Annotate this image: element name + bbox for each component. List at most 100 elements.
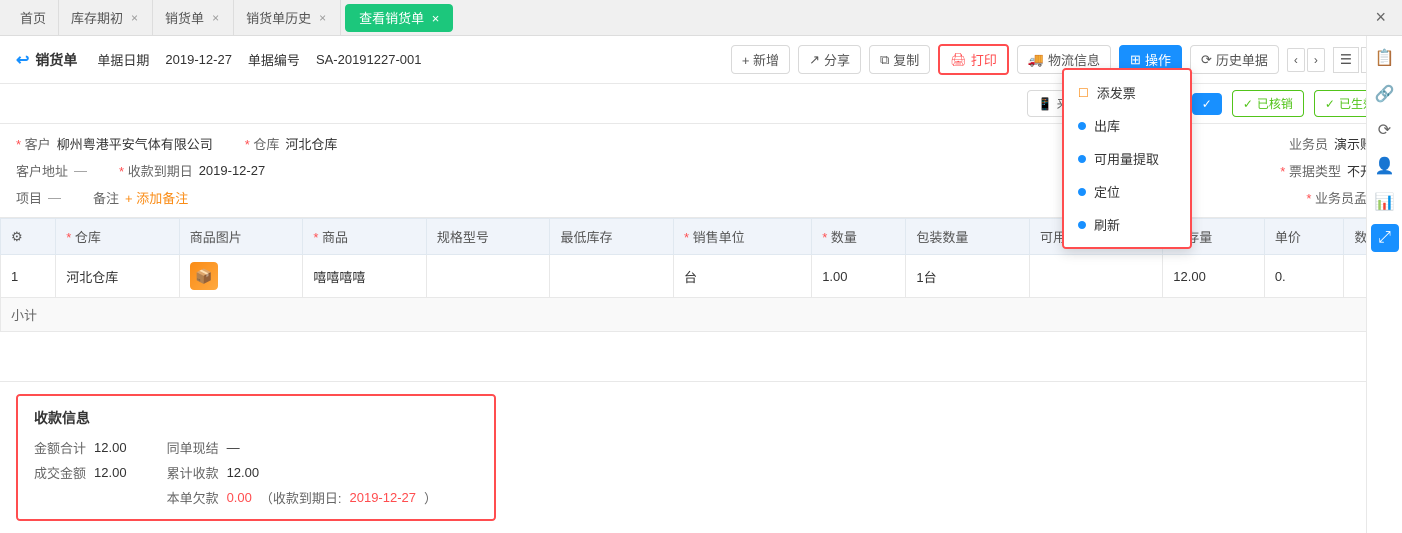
view-list-button[interactable]: ☰ (1333, 47, 1359, 73)
copy-icon: ⧉ (880, 52, 889, 68)
sidebar-expand-icon[interactable]: ⤢ (1371, 224, 1399, 252)
doc-date-value: 2019-12-27 (165, 52, 232, 67)
same-order-value: — (227, 440, 240, 455)
blue-dot-icon (1078, 122, 1086, 130)
grid-icon: ⊞ (1130, 52, 1141, 68)
project-value: — (48, 190, 61, 205)
tab-sales-label: 销货单 (165, 8, 204, 27)
address-field: 客户地址 — (16, 161, 87, 180)
nav-prev[interactable]: ‹ (1287, 48, 1305, 72)
col-settings[interactable]: ⚙ (1, 219, 56, 255)
cell-min-stock (550, 255, 674, 298)
tab-inventory[interactable]: 库存期初 × (59, 0, 153, 36)
dropdown-locate[interactable]: 定位 (1064, 175, 1190, 208)
dropdown-refresh[interactable]: 刷新 (1064, 208, 1190, 241)
dropdown-available-qty[interactable]: 可用量提取 (1064, 142, 1190, 175)
arrears-extra: （收款到期日: (260, 488, 342, 507)
payment-date-label: 收款到期日 (119, 161, 193, 180)
payment-info-box: 收款信息 金额合计 12.00 成交金额 12.00 (16, 394, 496, 521)
col-image: 商品图片 (179, 219, 303, 255)
cancelled-button[interactable]: ✓ 已核销 (1232, 90, 1304, 117)
share-button-label: 分享 (824, 50, 850, 69)
project-field: 项目 — (16, 188, 61, 207)
doc-meta: 单据日期 2019-12-27 单据编号 SA-20191227-001 (97, 50, 421, 69)
sidebar-clipboard-icon[interactable]: 📋 (1371, 44, 1399, 72)
tab-sales-close[interactable]: × (210, 9, 221, 27)
add-remark-button[interactable]: + 添加备注 (125, 188, 188, 207)
operations-dropdown: ☐ 添发票 出库 可用量提取 定位 刷新 (1062, 68, 1192, 249)
table-row: 1 河北仓库 📦 嘻嘻嘻嘻 台 1.00 1台 12.00 0. (1, 255, 1402, 298)
copy-button[interactable]: ⧉ 复制 (869, 45, 930, 74)
warehouse-label: 仓库 (245, 134, 280, 153)
blue-dot-icon3 (1078, 188, 1086, 196)
col-quantity: 数量 (812, 219, 906, 255)
warehouse-value: 河北仓库 (285, 134, 337, 153)
copy-button-label: 复制 (893, 50, 919, 69)
new-button-label: + 新增 (742, 50, 779, 69)
payment-info-rows: 金额合计 12.00 成交金额 12.00 同单现结 — (34, 438, 478, 507)
tab-view-sales-close[interactable]: × (432, 11, 440, 26)
print-button[interactable]: 🖨 打印 (938, 44, 1009, 75)
available-qty-label: 可用量提取 (1094, 149, 1159, 168)
customer-field: 客户 柳州粤港平安气体有限公司 (16, 134, 213, 153)
payment-info-right: 同单现结 — 累计收款 12.00 本单欠款 0.00 （收款到期日: 2019… (167, 438, 437, 507)
outbound-label: 出库 (1094, 116, 1120, 135)
arrears-bracket: ） (424, 488, 437, 507)
payment-info-section: 收款信息 金额合计 12.00 成交金额 12.00 (0, 382, 1402, 533)
col-price: 单价 (1264, 219, 1344, 255)
nav-arrows: ‹ › (1287, 48, 1325, 72)
checkbox-icon: ☐ (1078, 86, 1089, 100)
history-icon: ⟳ (1201, 52, 1212, 68)
history-button-label: 历史单据 (1216, 50, 1268, 69)
sidebar-refresh-icon[interactable]: ⟳ (1371, 116, 1399, 144)
tab-sales-history-close[interactable]: × (317, 9, 328, 27)
phone-icon: 📱 (1038, 97, 1053, 111)
sidebar-link-icon[interactable]: 🔗 (1371, 80, 1399, 108)
logistics-icon: 🚚 (1028, 52, 1044, 68)
deal-amount-field: 成交金额 12.00 (34, 463, 127, 482)
tab-bar: 首页 库存期初 × 销货单 × 销货单历史 × 查看销货单 × × (0, 0, 1402, 36)
col-min-stock: 最低库存 (550, 219, 674, 255)
address-label: 客户地址 (16, 161, 68, 180)
cell-warehouse: 河北仓库 (56, 255, 180, 298)
confirm-icon: ✓ (1202, 97, 1212, 111)
doc-actions: + 新增 ↗ 分享 ⧉ 复制 🖨 打印 🚚 物流信息 (731, 44, 1386, 75)
col-warehouse: 仓库 (56, 219, 180, 255)
payment-date-value: 2019-12-27 (199, 163, 266, 178)
arrears-value: 0.00 (227, 490, 252, 505)
blue-dot-icon4 (1078, 221, 1086, 229)
tab-home[interactable]: 首页 (8, 0, 59, 36)
doc-number-label: 单据编号 (248, 50, 300, 69)
tab-sales[interactable]: 销货单 × (153, 0, 234, 36)
cell-unit: 台 (673, 255, 811, 298)
tab-inventory-close[interactable]: × (129, 9, 140, 27)
confirm-button[interactable]: ✓ (1192, 93, 1222, 115)
cumulative-payment-label: 累计收款 (167, 463, 219, 482)
sidebar-user-icon[interactable]: 👤 (1371, 152, 1399, 180)
cell-package: 1台 (906, 255, 1030, 298)
right-sidebar: 📋 🔗 ⟳ 👤 📊 ⤢ (1366, 36, 1402, 533)
total-amount-label: 金额合计 (34, 438, 86, 457)
new-button[interactable]: + 新增 (731, 45, 790, 74)
history-button[interactable]: ⟳ 历史单据 (1190, 45, 1279, 74)
cell-num: 1 (1, 255, 56, 298)
doc-date-label: 单据日期 (97, 50, 149, 69)
dropdown-add-invoice[interactable]: ☐ 添发票 (1064, 76, 1190, 109)
customer-label: 客户 (16, 134, 51, 153)
sales-staff-label: 业务员孟 (1306, 188, 1367, 207)
cell-spec (426, 255, 550, 298)
tab-sales-history[interactable]: 销货单历史 × (234, 0, 341, 36)
blue-dot-icon2 (1078, 155, 1086, 163)
payment-info-title: 收款信息 (34, 408, 478, 428)
same-order-field: 同单现结 — (167, 438, 437, 457)
dropdown-outbound[interactable]: 出库 (1064, 109, 1190, 142)
product-image: 📦 (190, 262, 218, 290)
sidebar-chart-icon[interactable]: 📊 (1371, 188, 1399, 216)
nav-next[interactable]: › (1307, 48, 1325, 72)
tab-bar-close-button[interactable]: × (1367, 3, 1394, 32)
add-invoice-label: 添发票 (1097, 83, 1136, 102)
logistics-button-label: 物流信息 (1048, 50, 1100, 69)
arrears-date: 2019-12-27 (350, 490, 417, 505)
share-button[interactable]: ↗ 分享 (798, 45, 861, 74)
tab-view-sales[interactable]: 查看销货单 × (345, 4, 453, 32)
